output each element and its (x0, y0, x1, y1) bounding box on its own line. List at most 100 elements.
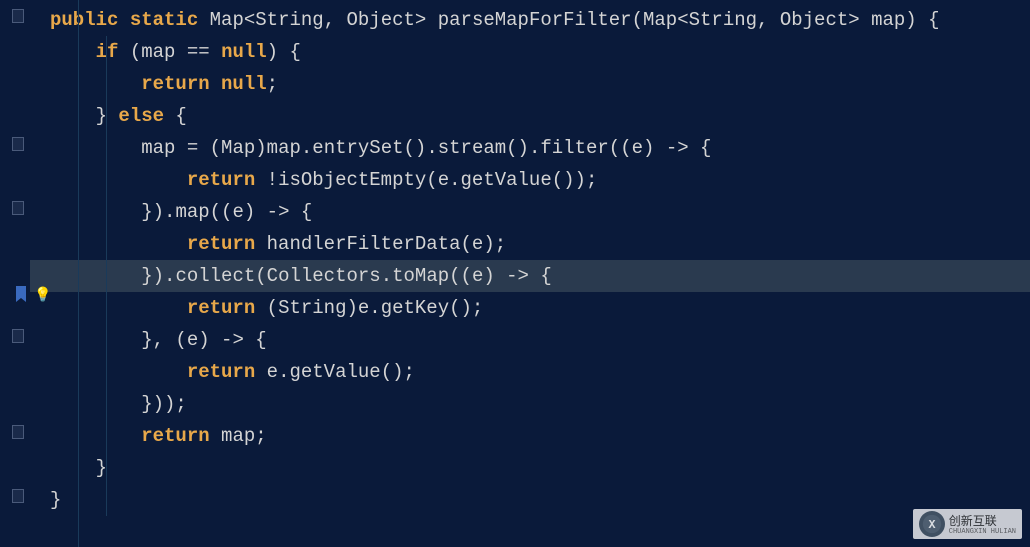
code-token: (); (449, 297, 483, 319)
lightbulb-icon[interactable]: 💡 (34, 287, 48, 303)
code-token: ; (267, 73, 278, 95)
code-token: map (141, 41, 175, 63)
code-token: map (141, 137, 175, 159)
code-token: entrySet (312, 137, 403, 159)
code-token: if (96, 41, 119, 63)
code-line[interactable]: } (50, 484, 1030, 516)
code-token: String (689, 9, 757, 31)
code-line[interactable]: }).map((e) -> { (50, 196, 1030, 228)
code-token: ) -> { (244, 201, 312, 223)
code-line[interactable]: return (String)e.getKey(); (50, 292, 1030, 324)
fold-marker-icon[interactable] (12, 425, 24, 439)
code-token: isObjectEmpty (278, 169, 426, 191)
code-token: > (848, 9, 871, 31)
code-token: e (438, 169, 449, 191)
code-token: ) -> { (198, 329, 266, 351)
code-token: (( (609, 137, 632, 159)
code-token: Object (347, 9, 415, 31)
code-token: toMap (392, 265, 449, 287)
code-token: return (187, 233, 255, 255)
code-token: return null (141, 73, 266, 95)
code-token: }, ( (141, 329, 187, 351)
code-token: map (871, 9, 905, 31)
code-line[interactable]: return null; (50, 68, 1030, 100)
code-token: getValue (461, 169, 552, 191)
code-line[interactable]: return map; (50, 420, 1030, 452)
code-token: getValue (289, 361, 380, 383)
code-token: . (449, 169, 460, 191)
code-token: return (187, 361, 255, 383)
code-token: filter (540, 137, 608, 159)
code-token: getKey (381, 297, 449, 319)
code-token: e (267, 361, 278, 383)
code-token: ) { (905, 9, 939, 31)
code-token (198, 9, 209, 31)
code-token: e (472, 233, 483, 255)
code-line[interactable]: return e.getValue(); (50, 356, 1030, 388)
code-token: Collectors (267, 265, 381, 287)
code-line[interactable]: } else { (50, 100, 1030, 132)
code-line[interactable]: }, (e) -> { (50, 324, 1030, 356)
code-line[interactable]: })); (50, 388, 1030, 420)
code-token: } (96, 105, 119, 127)
code-line[interactable]: map = (Map)map.entrySet().stream().filte… (50, 132, 1030, 164)
code-token: })); (141, 393, 187, 415)
code-token: < (244, 9, 255, 31)
code-token: == (175, 41, 221, 63)
code-line[interactable]: if (map == null) { (50, 36, 1030, 68)
code-token: . (278, 361, 289, 383)
code-token: ( (255, 265, 266, 287)
code-token: ( (255, 297, 278, 319)
code-editor[interactable]: public static Map<String, Object> parseM… (50, 0, 1030, 516)
code-token: handlerFilterData (267, 233, 461, 255)
code-line[interactable]: public static Map<String, Object> parseM… (50, 4, 1030, 36)
code-token: e (187, 329, 198, 351)
code-token: (). (404, 137, 438, 159)
code-token: String (255, 9, 323, 31)
code-line[interactable]: return !isObjectEmpty(e.getValue()); (50, 164, 1030, 196)
code-line[interactable]: } (50, 452, 1030, 484)
fold-marker-icon[interactable] (12, 201, 24, 215)
code-token: (( (449, 265, 472, 287)
code-token: Map (221, 137, 255, 159)
fold-marker-icon[interactable] (12, 489, 24, 503)
code-token: String (278, 297, 346, 319)
code-token: (); (381, 361, 415, 383)
code-token: e (232, 201, 243, 223)
watermark-main-text: 创新互联 (949, 512, 1016, 529)
code-token: ) -> { (643, 137, 711, 159)
fold-marker-icon[interactable] (12, 329, 24, 343)
code-token: e (632, 137, 643, 159)
code-token: ( (632, 9, 643, 31)
code-token: map (267, 137, 301, 159)
code-token: e (472, 265, 483, 287)
code-token: (( (210, 201, 233, 223)
svg-text:X: X (928, 518, 935, 532)
code-token: e (358, 297, 369, 319)
code-token: ; (255, 425, 266, 447)
fold-marker-icon[interactable] (12, 9, 24, 23)
code-token: null (221, 41, 267, 63)
bookmark-icon[interactable] (14, 286, 28, 302)
code-token: public static (50, 9, 198, 31)
code-line[interactable]: return handlerFilterData(e); (50, 228, 1030, 260)
code-token: return (187, 169, 255, 191)
code-token: < (677, 9, 688, 31)
code-token: . (369, 297, 380, 319)
code-token (255, 233, 266, 255)
fold-marker-icon[interactable] (12, 137, 24, 151)
code-token: ( (426, 169, 437, 191)
code-token: ) (346, 297, 357, 319)
code-token: , (324, 9, 347, 31)
code-token: ! (255, 169, 278, 191)
indent-guide (106, 36, 107, 516)
code-line[interactable]: }).collect(Collectors.toMap((e) -> { (0, 260, 1030, 292)
watermark-sub-text: CHUANGXIN HULIAN (949, 529, 1016, 536)
indent-guide (78, 0, 79, 547)
code-token: (). (506, 137, 540, 159)
code-token: = ( (175, 137, 221, 159)
watermark-logo-icon: X (919, 511, 945, 537)
code-token: else (118, 105, 164, 127)
code-token: collect (175, 265, 255, 287)
code-token: Object (780, 9, 848, 31)
